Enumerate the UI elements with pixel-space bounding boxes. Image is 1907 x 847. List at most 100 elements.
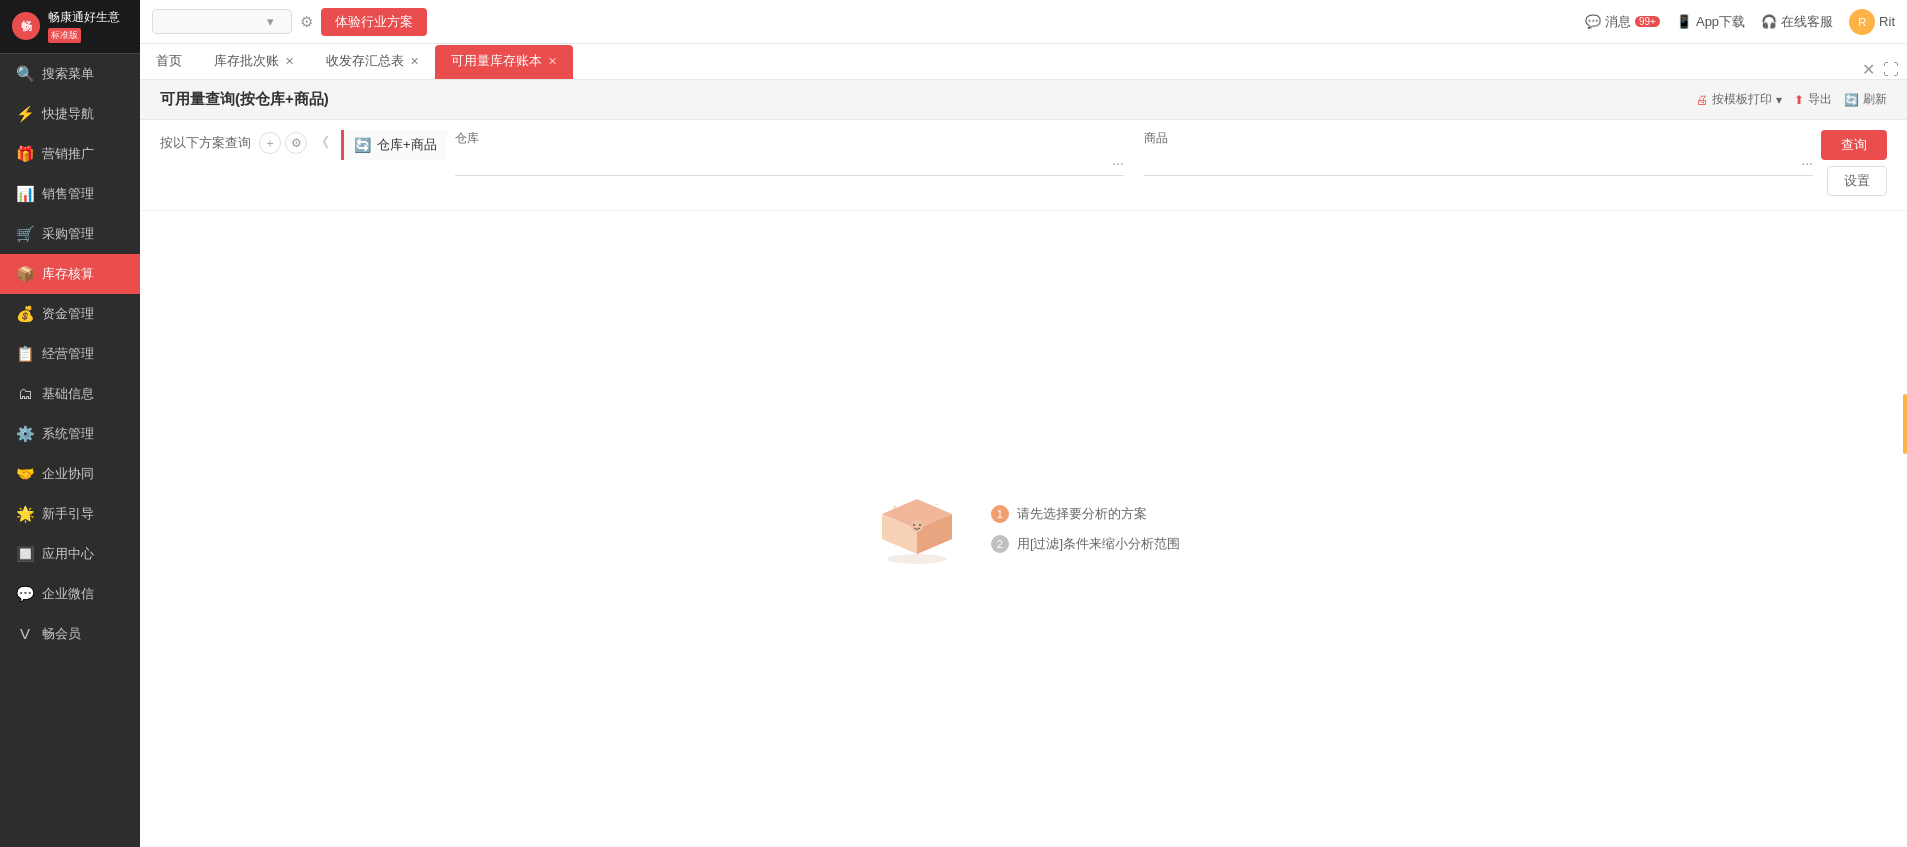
sidebar-label-purchase: 采购管理 bbox=[42, 225, 94, 243]
sidebar-item-app-center[interactable]: 🔲 应用中心 bbox=[0, 534, 140, 574]
close-tab-deposit-summary[interactable]: ✕ bbox=[410, 55, 419, 68]
svg-point-4 bbox=[913, 524, 915, 526]
sidebar-item-newbie[interactable]: 🌟 新手引导 bbox=[0, 494, 140, 534]
notification-button[interactable]: 💬 消息 99+ bbox=[1585, 13, 1660, 31]
empty-content: ? ~ 1 请先选择要分析的方案 2 用[过滤]条件来缩小分析范围 bbox=[867, 479, 1180, 579]
sidebar-item-purchase[interactable]: 🛒 采购管理 bbox=[0, 214, 140, 254]
filter-bar: 按以下方案查询 ＋ ⚙ 《 🔄 仓库+商品 仓库 ··· bbox=[140, 120, 1907, 211]
empty-illustration: ? ~ bbox=[867, 479, 967, 579]
svg-text:?: ? bbox=[892, 504, 897, 513]
warehouse-input[interactable] bbox=[455, 156, 1109, 171]
purchase-icon: 🛒 bbox=[16, 225, 34, 243]
scheme-name: 仓库+商品 bbox=[377, 136, 437, 154]
sidebar-label-newbie: 新手引导 bbox=[42, 505, 94, 523]
warehouse-input-wrapper: ··· bbox=[455, 151, 1124, 176]
filter-scheme-actions: ＋ ⚙ 《 bbox=[259, 130, 333, 156]
settings-icon[interactable]: ⚙ bbox=[300, 13, 313, 31]
print-dropdown-icon[interactable]: ▾ bbox=[1776, 93, 1782, 107]
sidebar-badge: 标准版 bbox=[48, 28, 81, 43]
topbar-search-box: ▾ bbox=[152, 9, 292, 34]
sidebar-item-basic[interactable]: 🗂 基础信息 bbox=[0, 374, 140, 414]
tab-deposit-summary[interactable]: 收发存汇总表 ✕ bbox=[310, 45, 435, 79]
tip-number-2: 2 bbox=[991, 535, 1009, 553]
topbar-search-input[interactable] bbox=[161, 15, 261, 29]
user-menu[interactable]: R Rit bbox=[1849, 9, 1895, 35]
svg-point-5 bbox=[919, 524, 921, 526]
sidebar-header: 畅 畅康通好生意 标准版 bbox=[0, 0, 140, 54]
product-field: 商品 ··· bbox=[1144, 130, 1813, 176]
empty-tips: 1 请先选择要分析的方案 2 用[过滤]条件来缩小分析范围 bbox=[991, 505, 1180, 553]
sidebar-item-marketing[interactable]: 🎁 营销推广 bbox=[0, 134, 140, 174]
product-input[interactable] bbox=[1144, 156, 1798, 171]
user-avatar: R bbox=[1849, 9, 1875, 35]
sidebar-label-operations: 经营管理 bbox=[42, 345, 94, 363]
close-tab-batch-ledger[interactable]: ✕ bbox=[285, 55, 294, 68]
notification-badge: 99+ bbox=[1635, 16, 1660, 27]
sidebar-label-enterprise: 企业协同 bbox=[42, 465, 94, 483]
sidebar-title: 畅康通好生意 bbox=[48, 10, 120, 26]
tab-controls: ✕ ⛶ bbox=[1862, 60, 1907, 79]
sidebar-label-app-center: 应用中心 bbox=[42, 545, 94, 563]
sidebar-item-operations[interactable]: 📋 经营管理 bbox=[0, 334, 140, 374]
sidebar-label-basic: 基础信息 bbox=[42, 385, 94, 403]
sidebar-label-finance: 资金管理 bbox=[42, 305, 94, 323]
svg-point-8 bbox=[887, 554, 947, 564]
app-download-button[interactable]: 📱 App下载 bbox=[1676, 13, 1745, 31]
content-area: 可用量查询(按仓库+商品) 🖨 按模板打印 ▾ ⬆ 导出 🔄 刷新 按以下方 bbox=[140, 80, 1907, 847]
warehouse-more-button[interactable]: ··· bbox=[1112, 155, 1124, 171]
warehouse-field: 仓库 ··· bbox=[455, 130, 1124, 176]
sidebar-item-wechat[interactable]: 💬 企业微信 bbox=[0, 574, 140, 614]
headset-icon: 🎧 bbox=[1761, 14, 1777, 29]
mobile-icon: 📱 bbox=[1676, 14, 1692, 29]
sidebar-item-sales[interactable]: 📊 销售管理 bbox=[0, 174, 140, 214]
query-button[interactable]: 查询 bbox=[1821, 130, 1887, 160]
sidebar-scroll: 🔍 搜索菜单 ⚡ 快捷导航 🎁 营销推广 📊 销售管理 🛒 采购管理 📦 库存核… bbox=[0, 54, 140, 847]
sidebar-item-quick-nav[interactable]: ⚡ 快捷导航 bbox=[0, 94, 140, 134]
wechat-icon: 💬 bbox=[16, 585, 34, 603]
online-service-button[interactable]: 🎧 在线客服 bbox=[1761, 13, 1833, 31]
search-icon: 🔍 bbox=[16, 65, 34, 83]
export-icon: ⬆ bbox=[1794, 93, 1804, 107]
export-button[interactable]: ⬆ 导出 bbox=[1794, 91, 1832, 108]
sidebar-item-search[interactable]: 🔍 搜索菜单 bbox=[0, 54, 140, 94]
sidebar-label-sales: 销售管理 bbox=[42, 185, 94, 203]
sidebar-item-member[interactable]: V 畅会员 bbox=[0, 614, 140, 654]
print-button[interactable]: 🖨 按模板打印 ▾ bbox=[1696, 91, 1782, 108]
tab-home[interactable]: 首页 bbox=[140, 45, 198, 79]
maximize-button[interactable]: ⛶ bbox=[1883, 61, 1899, 79]
refresh-button[interactable]: 🔄 刷新 bbox=[1844, 91, 1887, 108]
industry-solution-button[interactable]: 体验行业方案 bbox=[321, 8, 427, 36]
operations-icon: 📋 bbox=[16, 345, 34, 363]
basic-icon: 🗂 bbox=[16, 385, 34, 402]
edit-scheme-button[interactable]: ⚙ bbox=[285, 132, 307, 154]
sidebar-item-inventory[interactable]: 📦 库存核算 bbox=[0, 254, 140, 294]
sidebar: 畅 畅康通好生意 标准版 🔍 搜索菜单 ⚡ 快捷导航 🎁 营销推广 📊 销售管理… bbox=[0, 0, 140, 847]
product-label: 商品 bbox=[1144, 130, 1813, 147]
product-more-button[interactable]: ··· bbox=[1801, 155, 1813, 171]
sidebar-brand: 畅康通好生意 标准版 bbox=[48, 10, 120, 43]
close-tab-available-ledger[interactable]: ✕ bbox=[548, 55, 557, 68]
newbie-icon: 🌟 bbox=[16, 505, 34, 523]
collapse-button[interactable]: 《 bbox=[311, 130, 333, 156]
user-name: Rit bbox=[1879, 14, 1895, 29]
sidebar-item-enterprise[interactable]: 🤝 企业协同 bbox=[0, 454, 140, 494]
dropdown-icon[interactable]: ▾ bbox=[267, 14, 274, 29]
notification-label: 消息 bbox=[1605, 13, 1631, 31]
sidebar-label-member: 畅会员 bbox=[42, 625, 81, 643]
sidebar-item-finance[interactable]: 💰 资金管理 bbox=[0, 294, 140, 334]
enterprise-icon: 🤝 bbox=[16, 465, 34, 483]
settings-button[interactable]: 设置 bbox=[1827, 166, 1887, 196]
tab-batch-ledger[interactable]: 库存批次账 ✕ bbox=[198, 45, 310, 79]
empty-state: ? ~ 1 请先选择要分析的方案 2 用[过滤]条件来缩小分析范围 bbox=[140, 211, 1907, 847]
tab-available-ledger[interactable]: 可用量库存账本 ✕ bbox=[435, 45, 573, 79]
close-tab-button[interactable]: ✕ bbox=[1862, 60, 1875, 79]
add-scheme-button[interactable]: ＋ bbox=[259, 132, 281, 154]
system-icon: ⚙️ bbox=[16, 425, 34, 443]
print-icon: 🖨 bbox=[1696, 93, 1708, 107]
empty-tip-2: 2 用[过滤]条件来缩小分析范围 bbox=[991, 535, 1180, 553]
page-title: 可用量查询(按仓库+商品) bbox=[160, 90, 329, 109]
sidebar-label-system: 系统管理 bbox=[42, 425, 94, 443]
inventory-icon: 📦 bbox=[16, 265, 34, 283]
sidebar-item-system[interactable]: ⚙️ 系统管理 bbox=[0, 414, 140, 454]
topbar: ▾ ⚙ 体验行业方案 💬 消息 99+ 📱 App下载 🎧 在线客服 R Rit bbox=[140, 0, 1907, 44]
